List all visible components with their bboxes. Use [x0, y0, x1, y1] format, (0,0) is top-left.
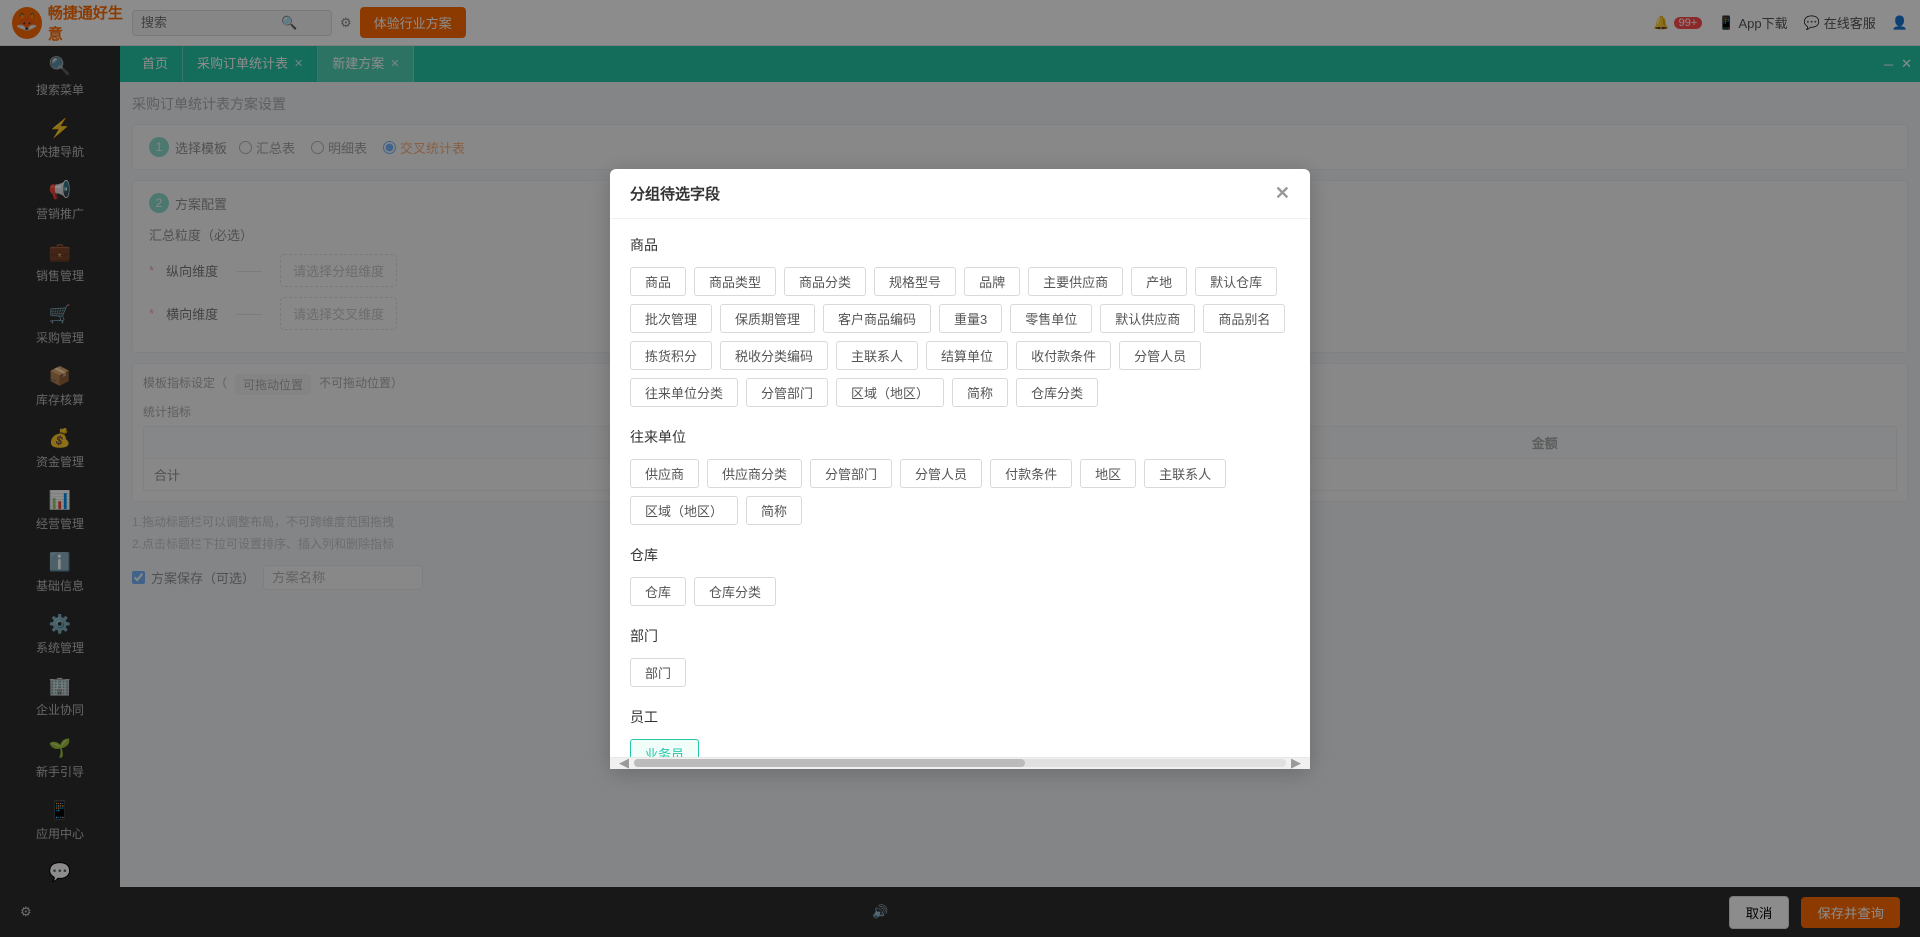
chip-goods-alias[interactable]: 商品别名 — [1203, 304, 1285, 333]
chip-brand[interactable]: 品牌 — [964, 267, 1020, 296]
field-chips-partner: 供应商 供应商分类 分管部门 分管人员 付款条件 地区 主联系人 区域（地区） … — [630, 459, 1290, 525]
modal-header: 分组待选字段 ✕ — [610, 169, 1310, 219]
chip-settle-unit[interactable]: 结算单位 — [926, 341, 1008, 370]
chip-warehouse[interactable]: 仓库 — [630, 577, 686, 606]
chip-payment-cond[interactable]: 付款条件 — [990, 459, 1072, 488]
chip-sup-person[interactable]: 分管人员 — [900, 459, 982, 488]
field-group-dept: 部门 部门 — [630, 626, 1290, 687]
chip-expiry-mgmt[interactable]: 保质期管理 — [720, 304, 815, 333]
chip-contact[interactable]: 主联系人 — [1144, 459, 1226, 488]
group-title-dept: 部门 — [630, 626, 1290, 646]
chip-weight3[interactable]: 重量3 — [939, 304, 1002, 333]
chip-sales-rep[interactable]: 业务员 — [630, 739, 699, 757]
chip-region[interactable]: 区域（地区） — [836, 378, 944, 407]
chip-short-name[interactable]: 简称 — [952, 378, 1008, 407]
chip-default-warehouse[interactable]: 默认仓库 — [1195, 267, 1277, 296]
modal-overlay: 分组待选字段 ✕ 商品 商品 商品类型 商品分类 规格型号 品牌 主要供应商 产… — [0, 0, 1920, 937]
modal-h-scrollbar[interactable]: ◀ ▶ — [610, 757, 1310, 769]
group-title-warehouse: 仓库 — [630, 545, 1290, 565]
chip-goods-category[interactable]: 商品分类 — [784, 267, 866, 296]
field-group-goods: 商品 商品 商品类型 商品分类 规格型号 品牌 主要供应商 产地 默认仓库 批次… — [630, 235, 1290, 407]
chip-dept-mgmt[interactable]: 分管部门 — [746, 378, 828, 407]
chip-supplier-category[interactable]: 供应商分类 — [707, 459, 802, 488]
chip-warehouse-cat[interactable]: 仓库分类 — [694, 577, 776, 606]
chip-sup-dept[interactable]: 分管部门 — [810, 459, 892, 488]
chip-sup-short[interactable]: 简称 — [746, 496, 802, 525]
chip-retail-unit[interactable]: 零售单位 — [1010, 304, 1092, 333]
chip-default-supplier[interactable]: 默认供应商 — [1100, 304, 1195, 333]
group-title-goods: 商品 — [630, 235, 1290, 255]
chip-warehouse-category[interactable]: 仓库分类 — [1016, 378, 1098, 407]
group-title-employee: 员工 — [630, 707, 1290, 727]
scroll-left-btn[interactable]: ◀ — [614, 755, 634, 771]
field-group-partner: 往来单位 供应商 供应商分类 分管部门 分管人员 付款条件 地区 主联系人 区域… — [630, 427, 1290, 525]
chip-customer-code[interactable]: 客户商品编码 — [823, 304, 931, 333]
field-select-modal: 分组待选字段 ✕ 商品 商品 商品类型 商品分类 规格型号 品牌 主要供应商 产… — [610, 169, 1310, 769]
chip-supervisor[interactable]: 分管人员 — [1119, 341, 1201, 370]
field-chips-employee: 业务员 — [630, 739, 1290, 757]
field-chips-goods: 商品 商品类型 商品分类 规格型号 品牌 主要供应商 产地 默认仓库 批次管理 … — [630, 267, 1290, 407]
chip-spec-model[interactable]: 规格型号 — [874, 267, 956, 296]
field-chips-warehouse: 仓库 仓库分类 — [630, 577, 1290, 606]
chip-goods-type[interactable]: 商品类型 — [694, 267, 776, 296]
scroll-right-btn[interactable]: ▶ — [1286, 755, 1306, 771]
field-group-employee: 员工 业务员 — [630, 707, 1290, 757]
modal-title: 分组待选字段 — [630, 183, 720, 204]
group-title-partner: 往来单位 — [630, 427, 1290, 447]
modal-body[interactable]: 商品 商品 商品类型 商品分类 规格型号 品牌 主要供应商 产地 默认仓库 批次… — [610, 219, 1310, 757]
chip-batch-mgmt[interactable]: 批次管理 — [630, 304, 712, 333]
chip-main-supplier[interactable]: 主要供应商 — [1028, 267, 1123, 296]
field-chips-dept: 部门 — [630, 658, 1290, 687]
chip-tax-code[interactable]: 税收分类编码 — [720, 341, 828, 370]
chip-area[interactable]: 地区 — [1080, 459, 1136, 488]
chip-sup-region[interactable]: 区域（地区） — [630, 496, 738, 525]
field-group-warehouse: 仓库 仓库 仓库分类 — [630, 545, 1290, 606]
chip-supplier[interactable]: 供应商 — [630, 459, 699, 488]
chip-partner-category[interactable]: 往来单位分类 — [630, 378, 738, 407]
chip-main-contact[interactable]: 主联系人 — [836, 341, 918, 370]
h-scrollbar-track[interactable] — [634, 759, 1286, 767]
chip-dept[interactable]: 部门 — [630, 658, 686, 687]
chip-pick-score[interactable]: 拣货积分 — [630, 341, 712, 370]
chip-payment-terms[interactable]: 收付款条件 — [1016, 341, 1111, 370]
modal-close-button[interactable]: ✕ — [1275, 183, 1290, 204]
h-scrollbar-thumb — [634, 759, 1025, 767]
chip-goods[interactable]: 商品 — [630, 267, 686, 296]
chip-origin[interactable]: 产地 — [1131, 267, 1187, 296]
